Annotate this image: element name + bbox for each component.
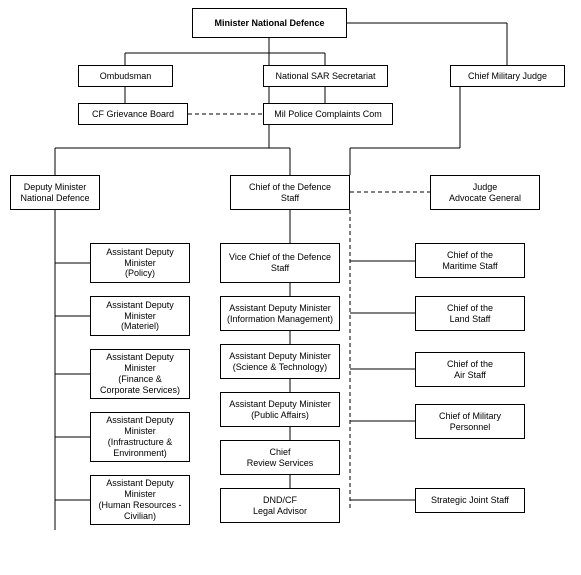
- org-chart: Minister National Defence Ombudsman Nation…: [0, 0, 581, 575]
- box-stratJoint: Strategic Joint Staff: [415, 488, 525, 513]
- box-chiefMilPers: Chief of Military Personnel: [415, 404, 525, 439]
- box-minister: Minister National Defence: [192, 8, 347, 38]
- box-chiefMilJudge: Chief Military Judge: [450, 65, 565, 87]
- box-natSAR: National SAR Secretariat: [263, 65, 388, 87]
- box-dndLegal: DND/CF Legal Advisor: [220, 488, 340, 523]
- box-adm1: Assistant Deputy Minister (Policy): [90, 243, 190, 283]
- box-adm5: Assistant Deputy Minister (Human Resourc…: [90, 475, 190, 525]
- box-admST: Assistant Deputy Minister (Science & Tec…: [220, 344, 340, 379]
- box-admIM: Assistant Deputy Minister (Information M…: [220, 296, 340, 331]
- box-deputyMin: Deputy Minister National Defence: [10, 175, 100, 210]
- box-crs: Chief Review Services: [220, 440, 340, 475]
- box-chiefDefStaff: Chief of the Defence Staff: [230, 175, 350, 210]
- box-chiefLand: Chief of the Land Staff: [415, 296, 525, 331]
- box-ombudsman: Ombudsman: [78, 65, 173, 87]
- box-adm3: Assistant Deputy Minister (Finance & Cor…: [90, 349, 190, 399]
- box-chiefAir: Chief of the Air Staff: [415, 352, 525, 387]
- box-judgeAdv: Judge Advocate General: [430, 175, 540, 210]
- box-adm4: Assistant Deputy Minister (Infrastructur…: [90, 412, 190, 462]
- box-adm2: Assistant Deputy Minister (Materiel): [90, 296, 190, 336]
- box-cfGrievance: CF Grievance Board: [78, 103, 188, 125]
- box-vcds: Vice Chief of the Defence Staff: [220, 243, 340, 283]
- box-milPolice: Mil Police Complaints Com: [263, 103, 393, 125]
- box-chiefMaritime: Chief of the Maritime Staff: [415, 243, 525, 278]
- box-admPA: Assistant Deputy Minister (Public Affair…: [220, 392, 340, 427]
